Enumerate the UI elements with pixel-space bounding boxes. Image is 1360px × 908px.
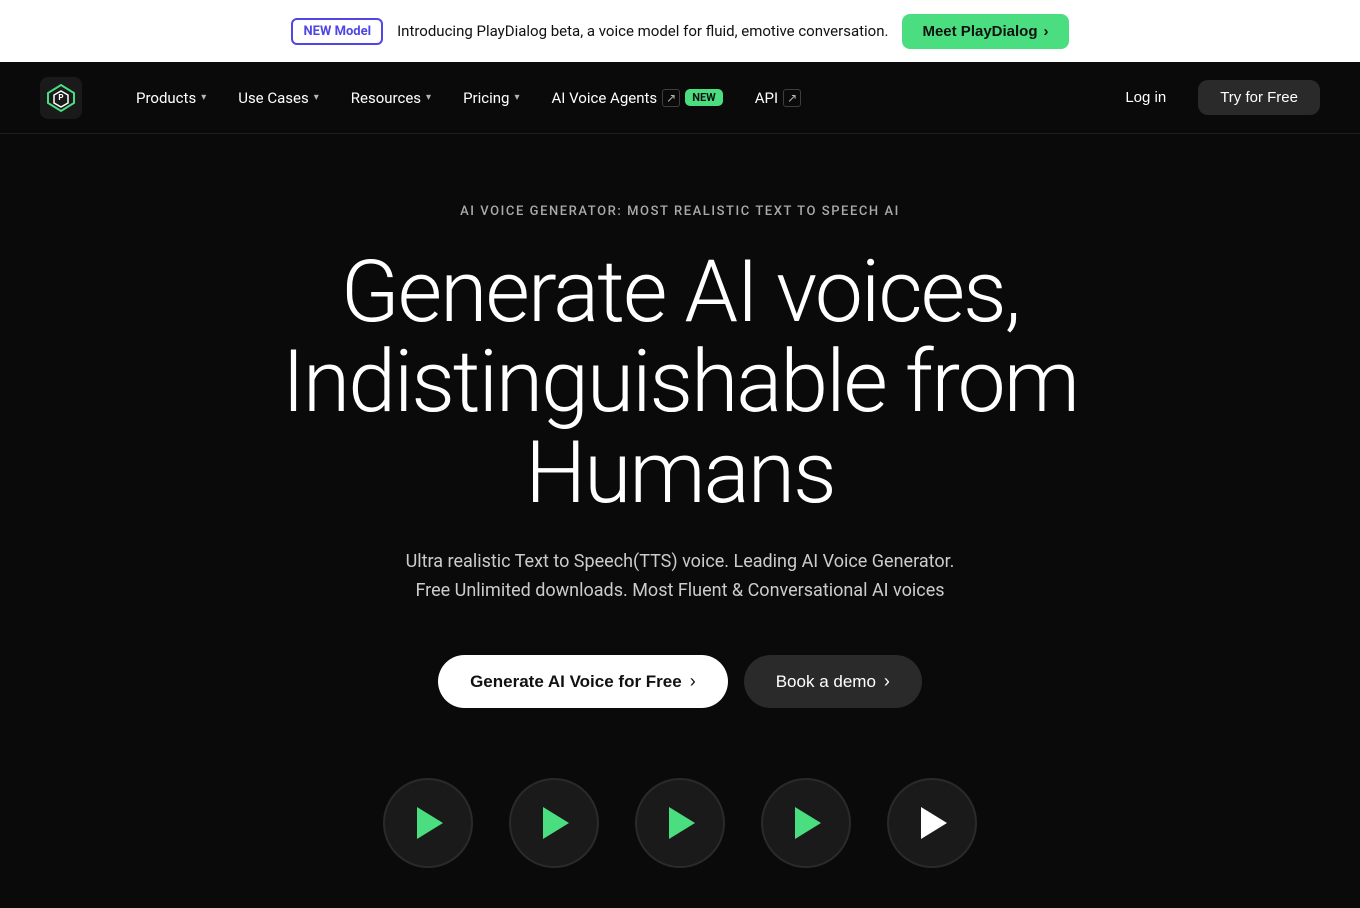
play-button-4[interactable] bbox=[761, 778, 851, 868]
voice-sample-4 bbox=[761, 778, 851, 868]
nav-item-ai-voice-agents[interactable]: AI Voice Agents ↗ NEW bbox=[538, 81, 737, 115]
voice-sample-2 bbox=[509, 778, 599, 868]
announcement-text: Introducing PlayDialog beta, a voice mod… bbox=[397, 22, 888, 40]
nav-right: Log in Try for Free bbox=[1109, 80, 1320, 115]
navbar: P Products ▾ Use Cases ▾ Resources ▾ Pri… bbox=[0, 62, 1360, 134]
voice-samples bbox=[40, 778, 1320, 868]
new-model-badge: NEW Model bbox=[291, 18, 383, 45]
arrow-icon: › bbox=[884, 671, 890, 692]
play-triangle-icon bbox=[417, 807, 443, 839]
nav-item-pricing[interactable]: Pricing ▾ bbox=[449, 81, 533, 115]
hero-section: AI VOICE GENERATOR: MOST REALISTIC TEXT … bbox=[0, 134, 1360, 908]
chevron-down-icon: ▾ bbox=[201, 92, 206, 103]
book-demo-button[interactable]: Book a demo › bbox=[744, 655, 922, 708]
play-triangle-icon bbox=[921, 807, 947, 839]
play-button-2[interactable] bbox=[509, 778, 599, 868]
meet-playdialog-button[interactable]: Meet PlayDialog › bbox=[902, 14, 1068, 49]
chevron-down-icon: ▾ bbox=[314, 92, 319, 103]
voice-sample-5 bbox=[887, 778, 977, 868]
nav-item-products[interactable]: Products ▾ bbox=[122, 81, 220, 115]
play-triangle-icon bbox=[669, 807, 695, 839]
hero-eyebrow: AI VOICE GENERATOR: MOST REALISTIC TEXT … bbox=[460, 204, 900, 219]
hero-buttons: Generate AI Voice for Free › Book a demo… bbox=[438, 655, 922, 708]
try-free-button[interactable]: Try for Free bbox=[1198, 80, 1320, 115]
announcement-bar: NEW Model Introducing PlayDialog beta, a… bbox=[0, 0, 1360, 62]
hero-title: Generate AI voices, Indistinguishable fr… bbox=[282, 247, 1078, 518]
nav-item-resources[interactable]: Resources ▾ bbox=[337, 81, 445, 115]
play-button-3[interactable] bbox=[635, 778, 725, 868]
arrow-icon: › bbox=[690, 671, 696, 692]
chevron-down-icon: ▾ bbox=[514, 92, 519, 103]
play-triangle-icon bbox=[543, 807, 569, 839]
play-triangle-icon bbox=[795, 807, 821, 839]
external-link-icon: ↗ bbox=[662, 89, 680, 107]
new-badge: NEW bbox=[685, 89, 723, 106]
nav-item-api[interactable]: API ↗ bbox=[741, 81, 815, 115]
nav-links: Products ▾ Use Cases ▾ Resources ▾ Prici… bbox=[122, 81, 1109, 115]
logo-icon: P bbox=[40, 77, 82, 119]
svg-text:P: P bbox=[58, 93, 63, 102]
nav-item-use-cases[interactable]: Use Cases ▾ bbox=[224, 81, 333, 115]
play-button-5[interactable] bbox=[887, 778, 977, 868]
generate-voice-button[interactable]: Generate AI Voice for Free › bbox=[438, 655, 728, 708]
voice-sample-1 bbox=[383, 778, 473, 868]
logo[interactable]: P bbox=[40, 77, 82, 119]
play-button-1[interactable] bbox=[383, 778, 473, 868]
hero-subtitle: Ultra realistic Text to Speech(TTS) voic… bbox=[406, 548, 955, 606]
external-link-icon: ↗ bbox=[783, 89, 801, 107]
login-button[interactable]: Log in bbox=[1109, 81, 1182, 114]
chevron-down-icon: ▾ bbox=[426, 92, 431, 103]
voice-sample-3 bbox=[635, 778, 725, 868]
